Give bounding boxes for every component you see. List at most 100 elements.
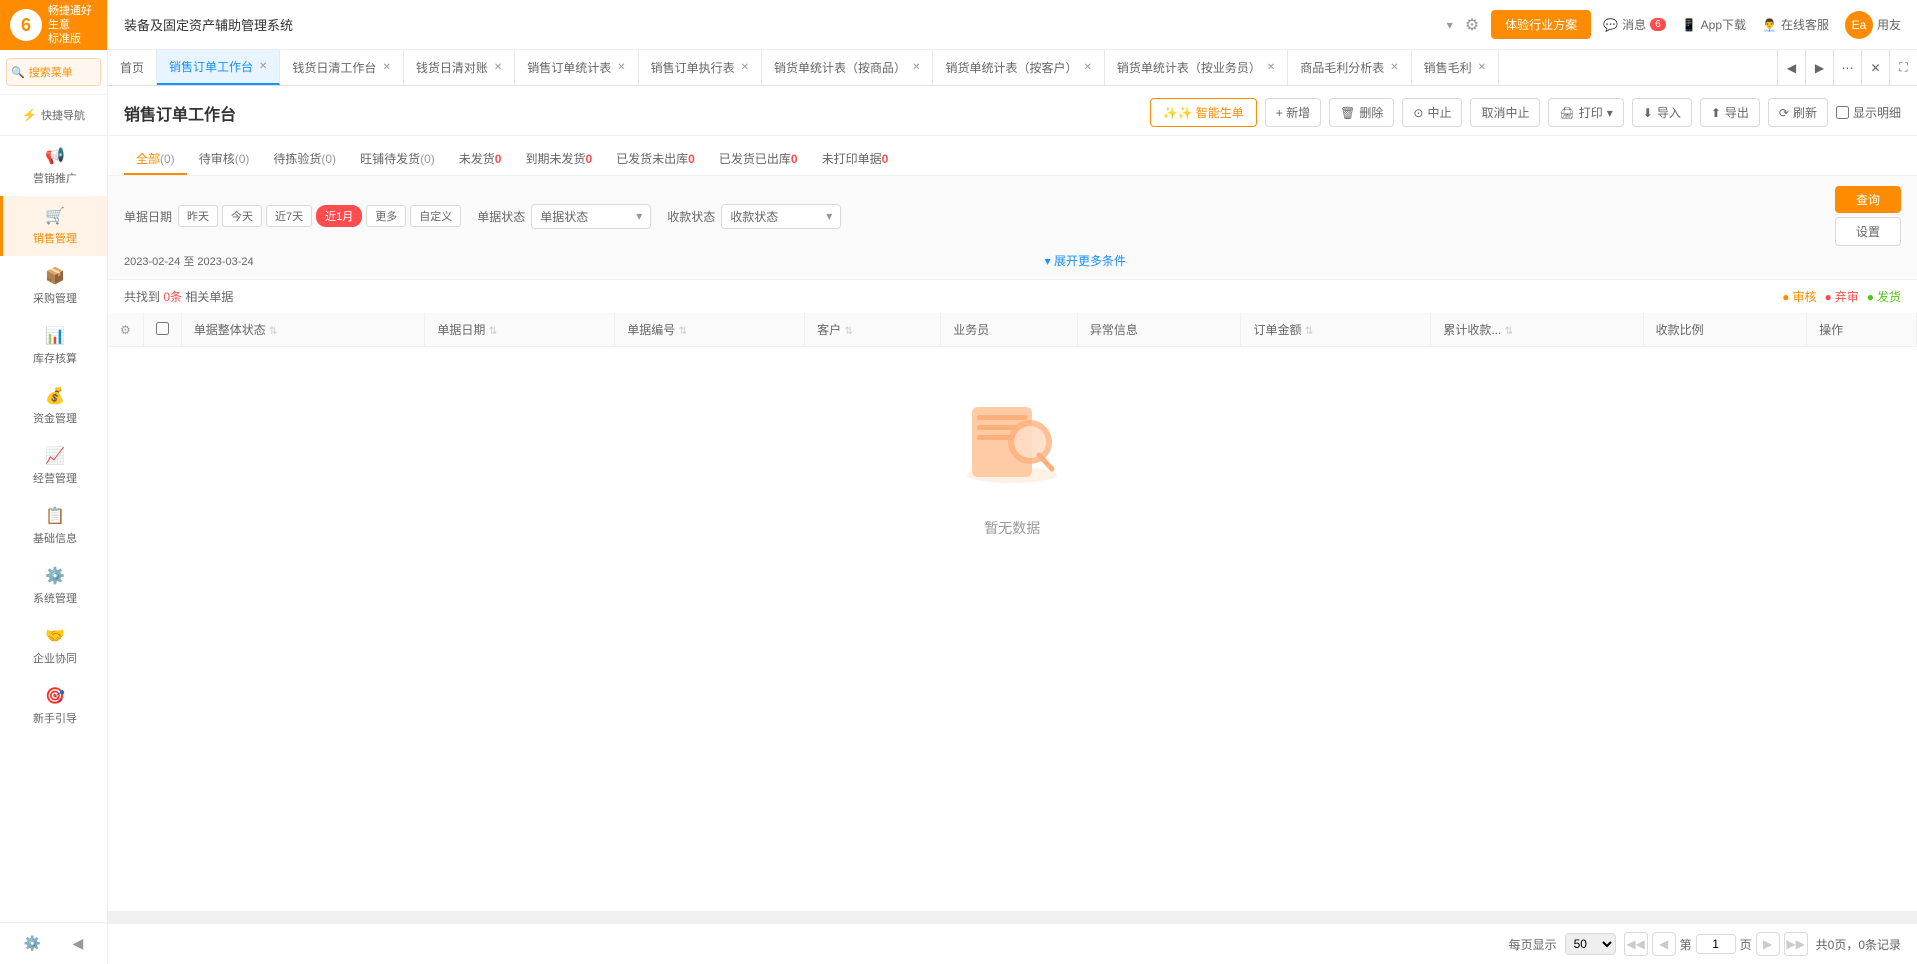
smart-create-button[interactable]: ✨ ✨ 智能生单 — [1150, 98, 1257, 127]
sidebar-item-system-management[interactable]: ⚙️ 系统管理 — [0, 556, 107, 616]
refresh-button[interactable]: ⟳ 刷新 — [1768, 98, 1828, 127]
subtab-shipped-out[interactable]: 已发货已出库0 — [707, 144, 810, 175]
message-button[interactable]: 💬 消息 6 — [1603, 16, 1666, 33]
quick-audit-button[interactable]: ● 审核 — [1782, 288, 1816, 305]
payment-select[interactable]: 收款状态 ▾ — [721, 204, 841, 229]
sidebar-item-finance-management[interactable]: 💰 资金管理 — [0, 376, 107, 436]
tab-cash-reconcile[interactable]: 钱货日清对账 ✕ — [404, 50, 515, 85]
show-detail-checkbox-label[interactable]: 显示明细 — [1836, 104, 1901, 121]
tab-sales-gross[interactable]: 销售毛利 ✕ — [1412, 50, 1499, 85]
sidebar: 6 畅捷通好生意 标准版 🔍 搜索菜单 ⚡ 快捷导航 📢 营销推广 🛒 销售管理… — [0, 0, 108, 964]
sidebar-item-inventory-check[interactable]: 📊 库存核算 — [0, 316, 107, 376]
col-gear[interactable]: ⚙ — [108, 313, 143, 347]
subtab-wangpu-pending[interactable]: 旺铺待发货(0) — [348, 144, 447, 175]
tab-close-sales-gross[interactable]: ✕ — [1478, 62, 1486, 73]
col-customer-header[interactable]: 客户 ⇅ — [805, 313, 941, 347]
tab-close-sales-workbench[interactable]: ✕ — [259, 61, 267, 72]
tab-close-sale-stat-product[interactable]: ✕ — [912, 62, 920, 73]
col-status-header[interactable]: 单据整体状态 ⇅ — [181, 313, 425, 347]
col-date-header[interactable]: 单据日期 ⇅ — [425, 313, 615, 347]
sidebar-item-enterprise-cooperation[interactable]: 🤝 企业协同 — [0, 616, 107, 676]
tab-sale-stat-product[interactable]: 销货单统计表（按商品） ✕ — [762, 50, 933, 85]
show-detail-checkbox[interactable] — [1836, 106, 1849, 119]
date-btn-yesterday[interactable]: 昨天 — [178, 205, 218, 227]
page-first-button[interactable]: ◀◀ — [1624, 932, 1648, 956]
online-service-button[interactable]: 👨‍💼 在线客服 — [1762, 16, 1829, 33]
horizontal-scrollbar[interactable] — [108, 911, 1917, 923]
status-select[interactable]: 单据状态 ▾ — [531, 204, 651, 229]
topbar-gear-icon[interactable]: ⚙ — [1465, 15, 1479, 35]
sidebar-settings-button[interactable]: ⚙️ — [20, 931, 45, 956]
tab-scroll-right-button[interactable]: ▶ — [1805, 50, 1833, 86]
subtab-overdue-not-shipped[interactable]: 到期未发货0 — [513, 144, 604, 175]
print-button[interactable]: 🖨 打印 ▾ — [1548, 98, 1623, 127]
col-amount-header[interactable]: 订单金额 ⇅ — [1241, 313, 1431, 347]
sidebar-item-purchase-management[interactable]: 📦 采购管理 — [0, 256, 107, 316]
tab-sale-stat-customer[interactable]: 销货单统计表（按客户） ✕ — [933, 50, 1104, 85]
sidebar-item-basic-info[interactable]: 📋 基础信息 — [0, 496, 107, 556]
add-button[interactable]: + 新增 — [1265, 98, 1321, 127]
sidebar-collapse-button[interactable]: ◀ — [69, 931, 88, 956]
sort-collected-icon: ⇅ — [1505, 326, 1513, 337]
stop-button[interactable]: ⊙ 中止 — [1402, 98, 1462, 127]
date-btn-7days[interactable]: 近7天 — [266, 205, 312, 227]
page-prev-button[interactable]: ◀ — [1652, 932, 1676, 956]
sidebar-item-operation-management[interactable]: 📈 经营管理 — [0, 436, 107, 496]
tab-cash-daily[interactable]: 钱货日清工作台 ✕ — [280, 50, 403, 85]
tab-close-cash-reconcile[interactable]: ✕ — [494, 62, 502, 73]
import-button[interactable]: ⬇ 导入 — [1632, 98, 1692, 127]
tab-close-cash-daily[interactable]: ✕ — [382, 62, 390, 73]
date-btn-1month[interactable]: 近1月 — [316, 205, 362, 227]
audit-dot-icon: ● — [1782, 290, 1789, 304]
col-collected-header[interactable]: 累计收款... ⇅ — [1431, 313, 1643, 347]
expand-filter-button[interactable]: ▾ 展开更多条件 — [1045, 252, 1126, 269]
tab-sale-stat-employee[interactable]: 销货单统计表（按业务员） ✕ — [1105, 50, 1288, 85]
tab-close-product-margin[interactable]: ✕ — [1390, 62, 1398, 73]
tab-maximize-button[interactable]: ⛶ — [1889, 50, 1917, 86]
tab-scroll-left-button[interactable]: ◀ — [1777, 50, 1805, 86]
page-last-button[interactable]: ▶▶ — [1784, 932, 1808, 956]
tab-dropdown-button[interactable]: ⋯ — [1833, 50, 1861, 86]
sidebar-item-sales-promotion[interactable]: 📢 营销推广 — [0, 136, 107, 196]
quick-cancel-audit-button[interactable]: ● 弃审 — [1824, 288, 1858, 305]
tab-close-sales-stat-table[interactable]: ✕ — [617, 62, 625, 73]
cancel-stop-button[interactable]: 取消中止 — [1470, 98, 1540, 127]
subtab-pending-pickup[interactable]: 待拣验货(0) — [261, 144, 348, 175]
query-button[interactable]: 查询 — [1835, 186, 1901, 213]
quick-nav-button[interactable]: ⚡ 快捷导航 — [6, 101, 101, 129]
select-all-checkbox[interactable] — [156, 322, 169, 335]
tab-close-all-button[interactable]: ✕ — [1861, 50, 1889, 86]
subtab-pending-review[interactable]: 待审核(0) — [187, 144, 262, 175]
search-menu-button[interactable]: 🔍 搜索菜单 — [6, 58, 101, 86]
date-btn-today[interactable]: 今天 — [222, 205, 262, 227]
page-number-input[interactable] — [1696, 934, 1736, 954]
filter-setting-button[interactable]: 设置 — [1835, 217, 1901, 246]
tab-sales-workbench[interactable]: 销售订单工作台 ✕ — [157, 50, 280, 85]
date-btn-custom[interactable]: 自定义 — [410, 205, 461, 227]
subtab-shipped-not-out[interactable]: 已发货未出库0 — [604, 144, 707, 175]
date-btn-more[interactable]: 更多 — [366, 205, 406, 227]
tab-close-sale-stat-customer[interactable]: ✕ — [1083, 62, 1091, 73]
filter-row-1: 单据日期 昨天 今天 近7天 近1月 更多 自定义 单据状态 — [124, 186, 1901, 246]
user-menu-button[interactable]: Ea 用友 — [1845, 11, 1901, 39]
subtab-not-printed[interactable]: 未打印单据0 — [810, 144, 901, 175]
page-size-select[interactable]: 50 10 20 100 — [1565, 933, 1616, 955]
subtab-all[interactable]: 全部(0) — [124, 144, 187, 175]
tab-close-sales-exec-table[interactable]: ✕ — [741, 62, 749, 73]
page-next-button[interactable]: ▶ — [1756, 932, 1780, 956]
sidebar-item-new-user-guide[interactable]: 🎯 新手引导 — [0, 676, 107, 736]
delete-button[interactable]: 🗑 删除 — [1329, 98, 1394, 127]
col-number-header[interactable]: 单据编号 ⇅ — [615, 313, 805, 347]
export-button[interactable]: ⬆ 导出 — [1700, 98, 1760, 127]
tab-home[interactable]: 首页 — [108, 50, 157, 85]
tab-sales-stat-table[interactable]: 销售订单统计表 ✕ — [515, 50, 638, 85]
subtab-not-shipped[interactable]: 未发货0 — [447, 144, 514, 175]
tab-product-margin[interactable]: 商品毛利分析表 ✕ — [1288, 50, 1411, 85]
solution-button[interactable]: 体验行业方案 — [1491, 10, 1591, 39]
tab-sales-exec-table[interactable]: 销售订单执行表 ✕ — [639, 50, 762, 85]
col-checkbox-header[interactable] — [143, 313, 181, 347]
sidebar-item-sales-management[interactable]: 🛒 销售管理 — [0, 196, 107, 256]
app-download-button[interactable]: 📱 App下载 — [1682, 16, 1746, 33]
tab-close-sale-stat-employee[interactable]: ✕ — [1267, 62, 1275, 73]
quick-ship-button[interactable]: ● 发货 — [1867, 288, 1901, 305]
